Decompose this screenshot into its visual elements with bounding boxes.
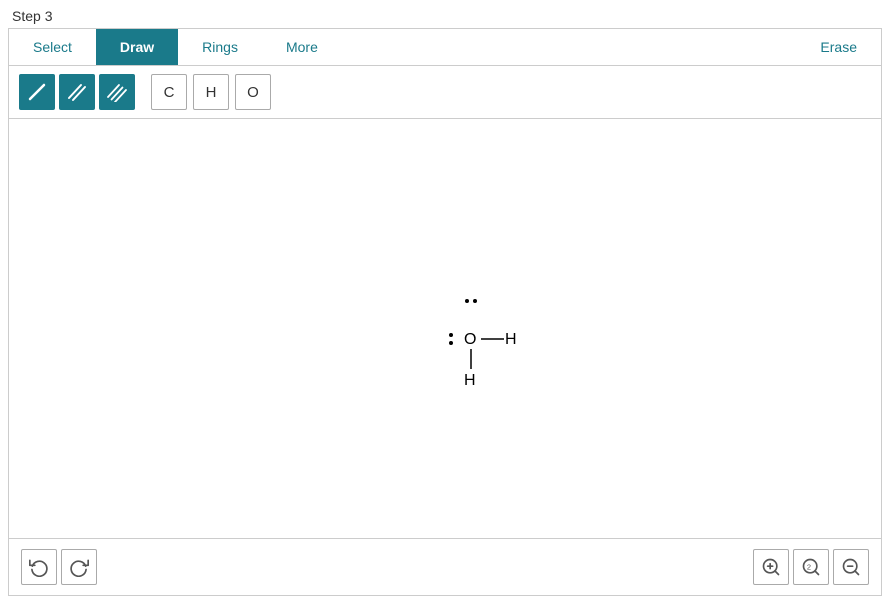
- molecule-display: O H H: [409, 289, 529, 389]
- tab-rings[interactable]: Rings: [178, 29, 262, 65]
- bottom-left-controls: [21, 549, 97, 585]
- tool-bar: C H O: [9, 66, 881, 118]
- step-label: Step 3: [0, 0, 890, 28]
- tab-bar: Select Draw Rings More Erase: [9, 29, 881, 66]
- svg-text:2: 2: [807, 563, 811, 572]
- zoom-out-button[interactable]: [833, 549, 869, 585]
- drawing-area[interactable]: O H H: [8, 119, 882, 538]
- zoom-in-button[interactable]: [753, 549, 789, 585]
- bond-triple-button[interactable]: [99, 74, 135, 110]
- undo-button[interactable]: [21, 549, 57, 585]
- svg-text:H: H: [464, 372, 476, 389]
- bottom-right-controls: 2: [753, 549, 869, 585]
- atom-o-button[interactable]: O: [235, 74, 271, 110]
- tab-select[interactable]: Select: [9, 29, 96, 65]
- tab-erase[interactable]: Erase: [796, 29, 881, 65]
- zoom-fit-button[interactable]: 2: [793, 549, 829, 585]
- bond-double-button[interactable]: [59, 74, 95, 110]
- bond-single-button[interactable]: [19, 74, 55, 110]
- redo-button[interactable]: [61, 549, 97, 585]
- atom-h-button[interactable]: H: [193, 74, 229, 110]
- toolbar-area: Select Draw Rings More Erase: [8, 28, 882, 119]
- svg-text:H: H: [505, 331, 517, 348]
- atom-c-button[interactable]: C: [151, 74, 187, 110]
- tab-more[interactable]: More: [262, 29, 342, 65]
- app-container: Step 3 Select Draw Rings More Erase: [0, 0, 890, 604]
- bottom-bar: 2: [8, 538, 882, 596]
- svg-text:O: O: [464, 331, 476, 348]
- tab-draw[interactable]: Draw: [96, 29, 178, 65]
